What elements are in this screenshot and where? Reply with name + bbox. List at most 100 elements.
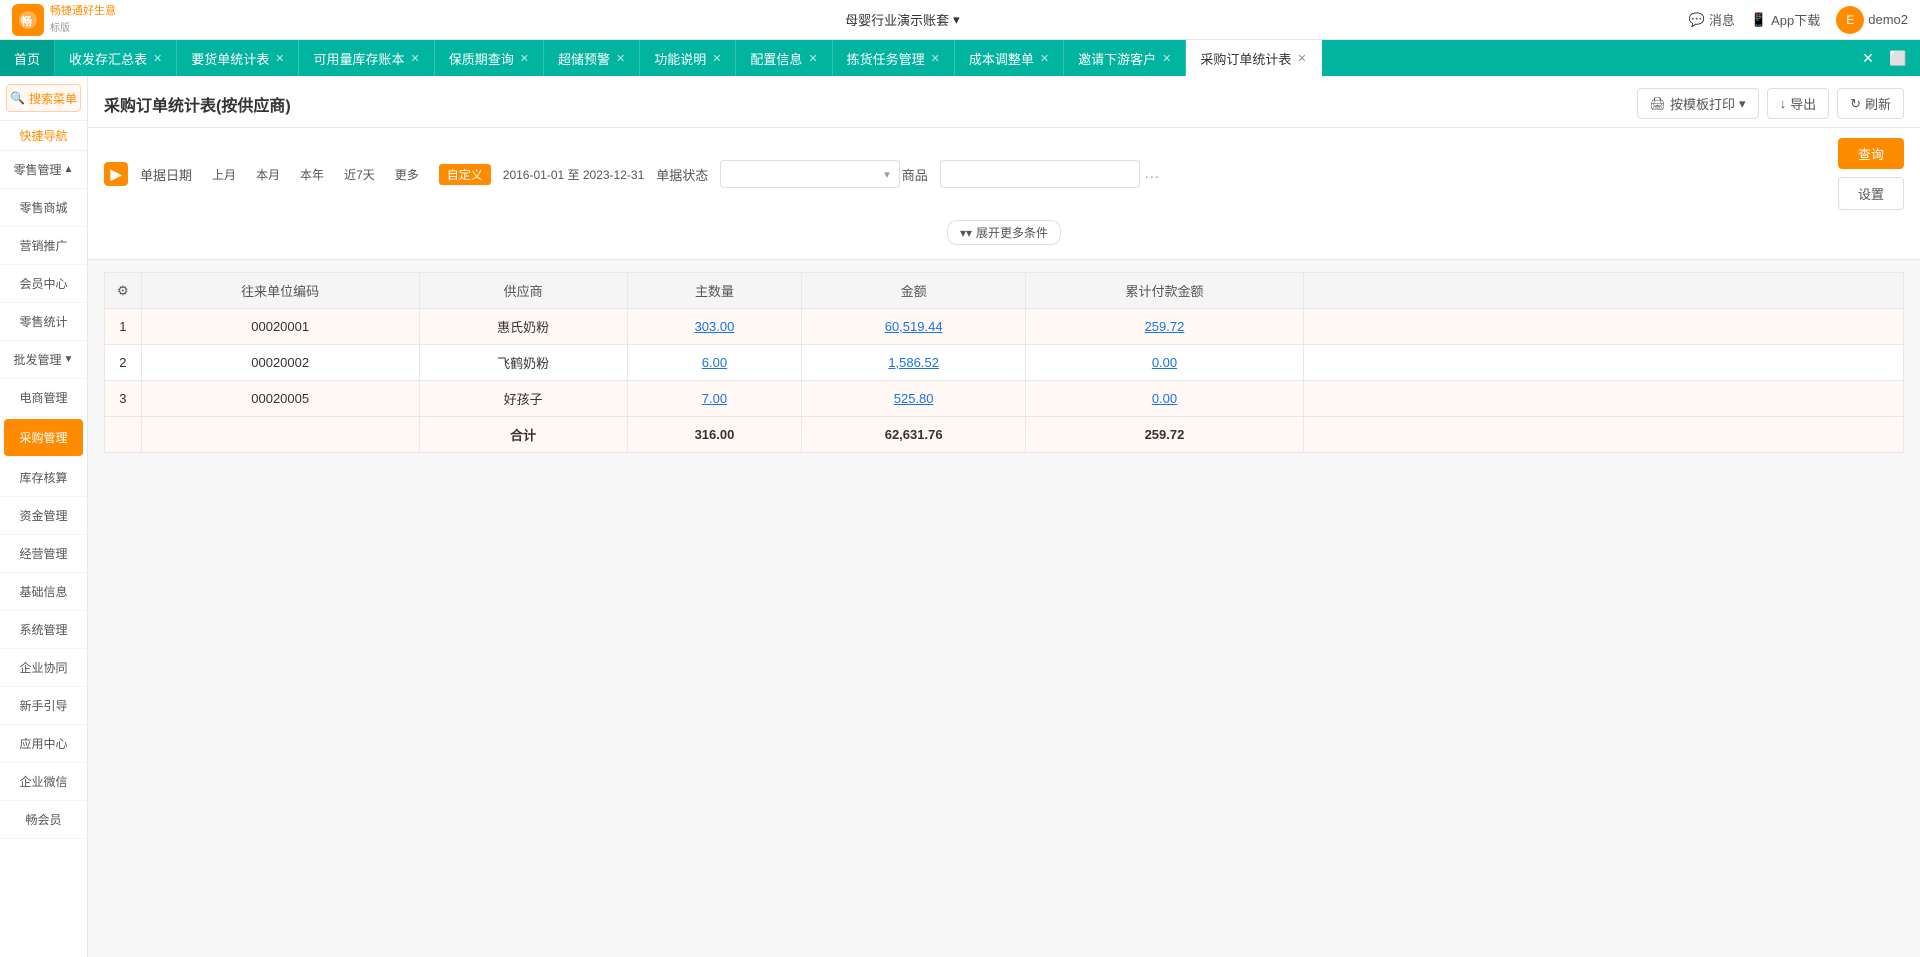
close-tab-caigou[interactable]: ✕: [1297, 52, 1306, 65]
tab-chengben[interactable]: 成本调整单 ✕: [955, 40, 1064, 76]
tab-home[interactable]: 首页: [0, 40, 55, 76]
shortcut-more[interactable]: 更多: [387, 164, 427, 185]
tab-caigou-active[interactable]: 采购订单统计表 ✕: [1186, 40, 1321, 76]
tab-shoufacun[interactable]: 收发存汇总表 ✕: [55, 40, 177, 76]
row2-extra: [1304, 345, 1904, 381]
date-range-text: 2016-01-01 至 2023-12-31: [503, 166, 644, 183]
shortcut-this-year[interactable]: 本年: [292, 164, 332, 185]
close-tab-chengben[interactable]: ✕: [1040, 52, 1049, 65]
close-tab-jianhuo[interactable]: ✕: [931, 52, 940, 65]
tab-keyongliang[interactable]: 可用量库存账本 ✕: [299, 40, 434, 76]
enterprise-label: 企业协同: [19, 659, 67, 676]
sidebar-item-vip[interactable]: 畅会员: [0, 801, 87, 839]
row2-paid[interactable]: 0.00: [1025, 345, 1303, 381]
date-to: 2023-12-31: [583, 168, 644, 182]
date-filter-label: 单据日期: [140, 165, 192, 184]
col-supplier: 供应商: [419, 273, 627, 309]
shortcut-7days[interactable]: 近7天: [336, 164, 383, 185]
tab-peizhi[interactable]: 配置信息 ✕: [736, 40, 832, 76]
sidebar-item-retail[interactable]: 零售管理 ▲: [0, 151, 87, 189]
row1-paid[interactable]: 259.72: [1025, 309, 1303, 345]
row1-qty[interactable]: 303.00: [627, 309, 802, 345]
col-gear[interactable]: ⚙: [105, 273, 142, 309]
tab-chachu-label: 超储预警: [558, 49, 610, 68]
custom-date-tag[interactable]: 自定义: [439, 164, 491, 185]
basic-label: 基础信息: [19, 583, 67, 600]
sidebar-item-basic[interactable]: 基础信息: [0, 573, 87, 611]
close-tab-yaohuo[interactable]: ✕: [275, 52, 284, 65]
close-tab-gongneng[interactable]: ✕: [712, 52, 721, 65]
close-tab-chachu[interactable]: ✕: [616, 52, 625, 65]
tab-yaohuo[interactable]: 要货单统计表 ✕: [177, 40, 299, 76]
tab-baozhi[interactable]: 保质期查询 ✕: [435, 40, 544, 76]
close-tab-keyongliang[interactable]: ✕: [411, 52, 420, 65]
tab-jianhuo[interactable]: 拣货任务管理 ✕: [833, 40, 955, 76]
search-menu-btn[interactable]: 🔍 搜索菜单: [6, 84, 81, 112]
sidebar-item-marketing[interactable]: 营销推广: [0, 227, 87, 265]
sidebar-item-operations[interactable]: 经营管理: [0, 535, 87, 573]
message-btn[interactable]: 💬 消息: [1689, 10, 1735, 29]
tab-chengben-label: 成本调整单: [969, 49, 1034, 68]
sidebar-item-wechat[interactable]: 企业微信: [0, 763, 87, 801]
shortcut-last-month[interactable]: 上月: [204, 164, 244, 185]
date-separator: 至: [568, 168, 583, 182]
export-label: 导出: [1790, 94, 1816, 113]
col-amount: 金额: [802, 273, 1026, 309]
row2-qty[interactable]: 6.00: [627, 345, 802, 381]
table-row: 3 00020005 好孩子 7.00 525.80 0.00: [105, 381, 1904, 417]
user-avatar: E: [1836, 6, 1864, 34]
filter-toggle-btn[interactable]: ▶: [104, 162, 128, 186]
row3-extra: [1304, 381, 1904, 417]
maximize-btn[interactable]: ⬜: [1884, 44, 1912, 72]
status-select[interactable]: [720, 160, 900, 188]
main-content: 采购订单统计表(按供应商) 🖨 按模板打印 ▾ ↓ 导出 ↻ 刷新: [88, 76, 1920, 957]
user-area[interactable]: E demo2: [1836, 6, 1908, 34]
export-icon: ↓: [1780, 96, 1787, 111]
refresh-btn[interactable]: ↻ 刷新: [1837, 88, 1904, 119]
close-tab-shoufacun[interactable]: ✕: [153, 52, 162, 65]
footer-amount: 62,631.76: [802, 417, 1026, 453]
tab-chachu[interactable]: 超储预警 ✕: [544, 40, 640, 76]
close-tab-peizhi[interactable]: ✕: [808, 52, 817, 65]
row2-amount[interactable]: 1,586.52: [802, 345, 1026, 381]
sidebar-item-retail-stat[interactable]: 零售统计: [0, 303, 87, 341]
top-right-actions: 💬 消息 📱 App下载 E demo2: [1689, 6, 1908, 34]
close-tab-yaoqing[interactable]: ✕: [1162, 52, 1171, 65]
expand-more-btn[interactable]: ▾▾ 展开更多条件: [947, 220, 1061, 245]
tab-gongneng[interactable]: 功能说明 ✕: [640, 40, 736, 76]
sidebar-item-enterprise[interactable]: 企业协同: [0, 649, 87, 687]
sidebar-item-inventory[interactable]: 库存核算: [0, 459, 87, 497]
quick-nav-btn[interactable]: 快捷导航: [0, 121, 87, 151]
close-tab-baozhi[interactable]: ✕: [520, 52, 529, 65]
sidebar-item-retail-store[interactable]: 零售商城: [0, 189, 87, 227]
app-download-btn[interactable]: 📱 App下载: [1751, 10, 1820, 29]
row3-amount[interactable]: 525.80: [802, 381, 1026, 417]
sidebar-item-appstore[interactable]: 应用中心: [0, 725, 87, 763]
row3-paid[interactable]: 0.00: [1025, 381, 1303, 417]
vip-label: 畅会员: [25, 811, 61, 828]
settings-btn[interactable]: 设置: [1838, 177, 1904, 210]
workspace-selector[interactable]: 母婴行业演示账套 ▾: [845, 10, 960, 29]
close-all-tabs-btn[interactable]: ✕: [1854, 44, 1882, 72]
goods-more-icon[interactable]: …: [1144, 165, 1160, 183]
search-menu-label: 搜索菜单: [29, 90, 77, 107]
sidebar-item-member[interactable]: 会员中心: [0, 265, 87, 303]
shortcut-this-month[interactable]: 本月: [248, 164, 288, 185]
query-btn[interactable]: 查询: [1838, 138, 1904, 169]
sidebar-item-ecommerce[interactable]: 电商管理: [0, 379, 87, 417]
table-row: 1 00020001 惠氏奶粉 303.00 60,519.44 259.72: [105, 309, 1904, 345]
tab-yaoqing[interactable]: 邀请下游客户 ✕: [1064, 40, 1186, 76]
sidebar-item-purchase[interactable]: 采购管理: [4, 419, 83, 457]
col-extra: [1304, 273, 1904, 309]
sidebar-item-system[interactable]: 系统管理: [0, 611, 87, 649]
row3-qty[interactable]: 7.00: [627, 381, 802, 417]
sidebar-item-wholesale[interactable]: 批发管理 ▼: [0, 341, 87, 379]
print-btn[interactable]: 🖨 按模板打印 ▾: [1637, 88, 1759, 119]
sidebar-item-finance[interactable]: 资金管理: [0, 497, 87, 535]
goods-input[interactable]: [940, 160, 1140, 188]
sidebar-item-newbie[interactable]: 新手引导: [0, 687, 87, 725]
logo-area: 畅 畅捷通好生意 标版: [12, 4, 116, 36]
footer-extra: [1304, 417, 1904, 453]
row1-amount[interactable]: 60,519.44: [802, 309, 1026, 345]
export-btn[interactable]: ↓ 导出: [1767, 88, 1830, 119]
